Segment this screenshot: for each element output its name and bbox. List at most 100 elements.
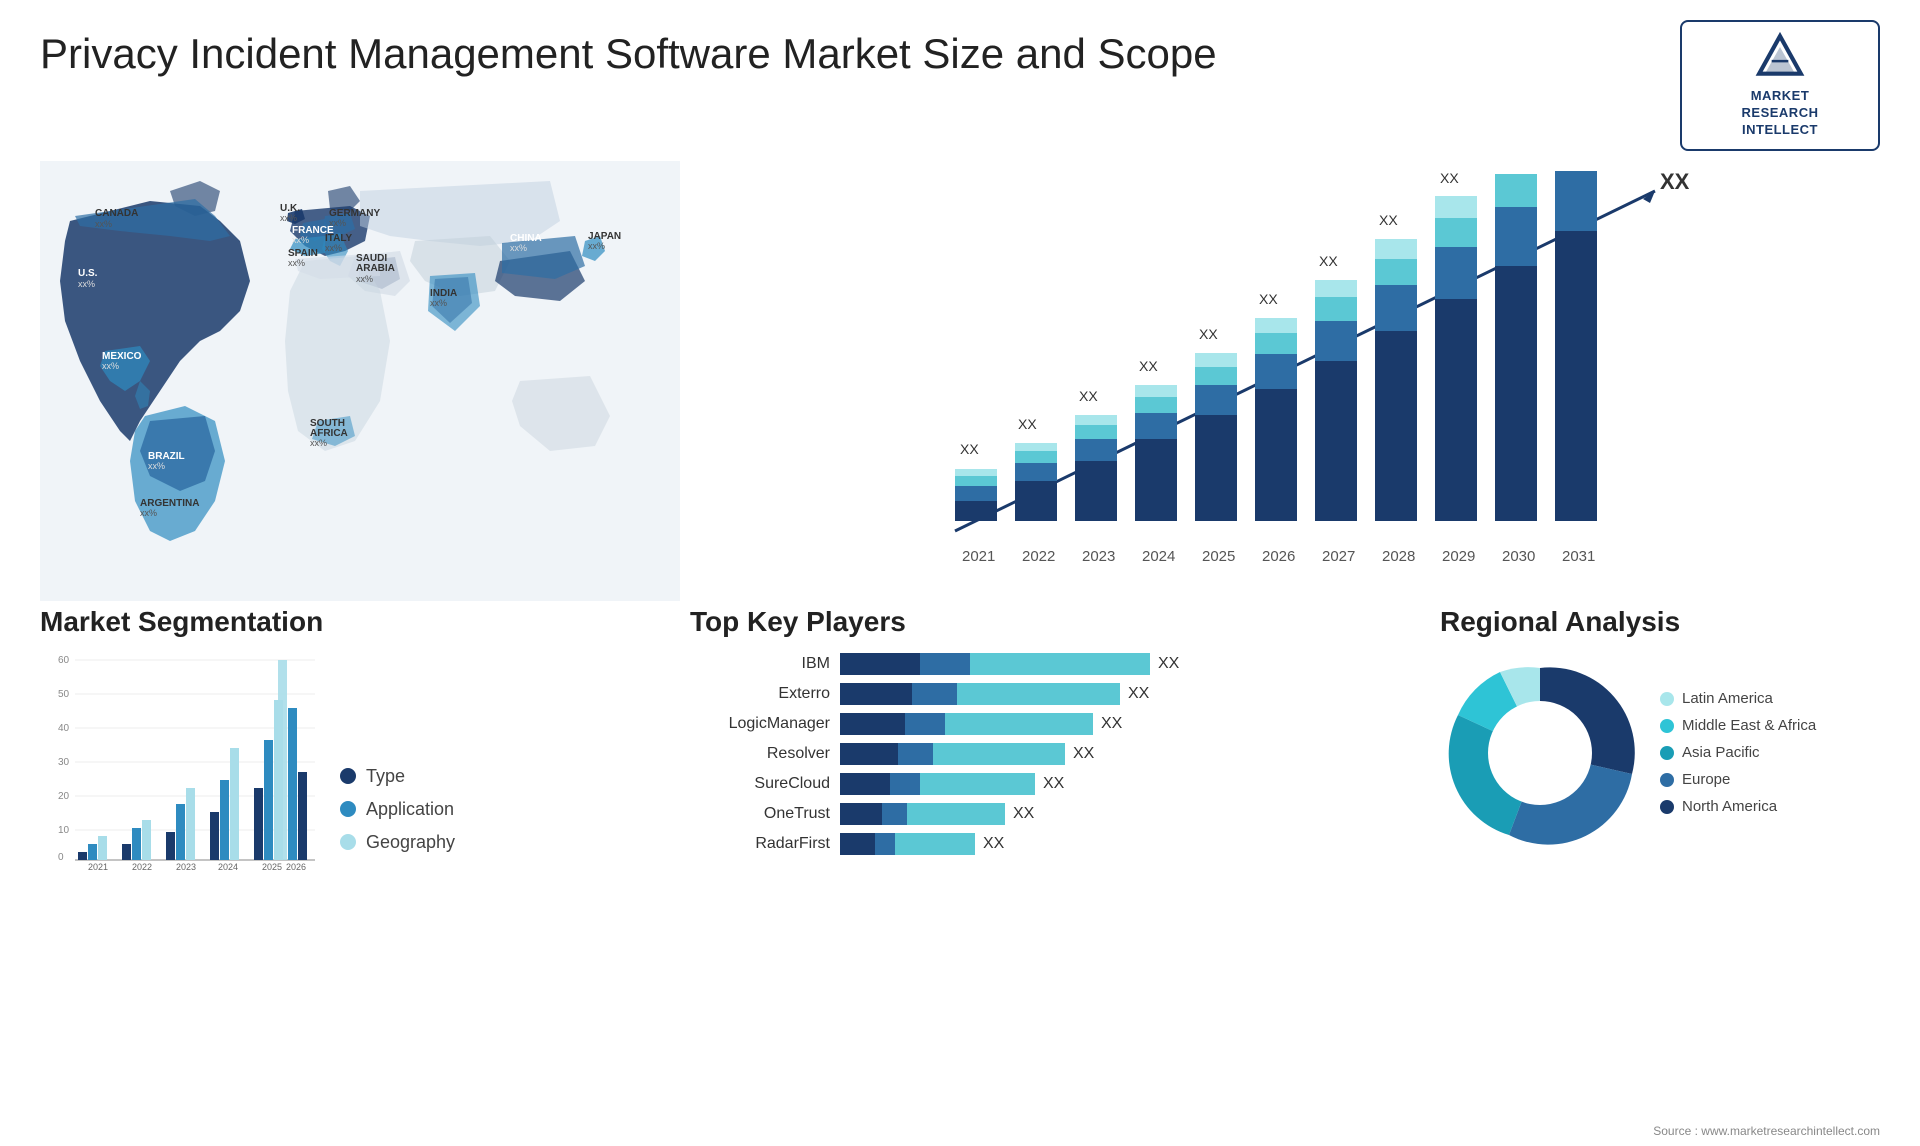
segmentation-legend: Type Application Geography [340, 766, 455, 873]
regional-content: Latin America Middle East & Africa Asia … [1440, 653, 1880, 853]
legend-latin-america: Latin America [1660, 690, 1816, 707]
svg-text:2028: 2028 [1382, 548, 1415, 565]
svg-text:2021: 2021 [88, 862, 108, 872]
svg-text:10: 10 [58, 825, 70, 836]
svg-text:XX: XX [1259, 291, 1278, 307]
svg-text:20: 20 [58, 791, 70, 802]
page-container: Privacy Incident Management Software Mar… [0, 0, 1920, 1146]
bar-seg-dark [840, 653, 920, 675]
asia-pacific-dot [1660, 746, 1674, 760]
bar-seg-mid [875, 833, 895, 855]
player-row: OneTrust XX [690, 803, 1410, 825]
svg-text:xx%: xx% [292, 235, 309, 245]
logo-box: MARKET RESEARCH INTELLECT [1680, 20, 1880, 151]
svg-text:xx%: xx% [288, 258, 305, 268]
svg-text:2025: 2025 [262, 862, 282, 872]
bar-seg-mid [912, 683, 957, 705]
svg-text:XX: XX [1139, 358, 1158, 374]
bar-seg-dark [840, 803, 882, 825]
middle-east-dot [1660, 719, 1674, 733]
svg-text:XX: XX [960, 441, 979, 457]
player-bar-container: XX [840, 653, 1179, 675]
legend-geography: Geography [340, 832, 455, 853]
players-list: IBM XX Exterro [690, 653, 1410, 855]
svg-text:xx%: xx% [280, 213, 297, 223]
svg-text:XX: XX [1079, 388, 1098, 404]
player-bar [840, 653, 1150, 675]
latin-america-dot [1660, 692, 1674, 706]
bar-seg-light [957, 683, 1120, 705]
geography-dot [340, 834, 356, 850]
player-bar-container: XX [840, 683, 1149, 705]
svg-text:2023: 2023 [1082, 548, 1115, 565]
svg-text:ARABIA: ARABIA [356, 263, 395, 274]
svg-text:XX: XX [1440, 171, 1459, 186]
svg-text:2026: 2026 [1262, 548, 1295, 565]
bar-seg-light [907, 803, 1005, 825]
bar-seg-dark [840, 743, 898, 765]
svg-text:XX: XX [1199, 326, 1218, 342]
svg-text:60: 60 [58, 655, 70, 666]
player-row: Exterro XX [690, 683, 1410, 705]
logo-text: MARKET RESEARCH INTELLECT [1742, 88, 1819, 139]
svg-text:2024: 2024 [1142, 548, 1175, 565]
svg-text:xx%: xx% [148, 461, 165, 471]
svg-text:2022: 2022 [1022, 548, 1055, 565]
legend-type: Type [340, 766, 455, 787]
svg-text:xx%: xx% [329, 218, 346, 228]
player-bar [840, 713, 1093, 735]
player-row: LogicManager XX [690, 713, 1410, 735]
key-players-title: Top Key Players [690, 606, 1410, 638]
type-dot [340, 768, 356, 784]
svg-text:CANADA: CANADA [95, 208, 138, 219]
svg-text:2029: 2029 [1442, 548, 1475, 565]
player-bar [840, 803, 1005, 825]
legend-north-america: North America [1660, 798, 1816, 815]
svg-text:xx%: xx% [102, 361, 119, 371]
segmentation-title: Market Segmentation [40, 606, 660, 638]
svg-text:xx%: xx% [430, 298, 447, 308]
svg-text:xx%: xx% [78, 279, 95, 289]
regional-title: Regional Analysis [1440, 606, 1880, 638]
logo-icon [1755, 32, 1805, 82]
svg-text:xx%: xx% [588, 241, 605, 251]
svg-text:2030: 2030 [1502, 548, 1535, 565]
bar-seg-light [895, 833, 975, 855]
segmentation-chart: 60 50 40 30 20 10 0 [40, 653, 320, 873]
player-value: XX [1043, 775, 1064, 793]
player-row: Resolver XX [690, 743, 1410, 765]
source-text: Source : www.marketresearchintellect.com [1653, 1124, 1880, 1138]
svg-text:40: 40 [58, 723, 70, 734]
svg-text:xx%: xx% [510, 243, 527, 253]
svg-text:U.S.: U.S. [78, 268, 98, 279]
page-title: Privacy Incident Management Software Mar… [40, 30, 1217, 78]
player-name: OneTrust [690, 805, 830, 823]
bar-seg-light [970, 653, 1150, 675]
svg-text:2027: 2027 [1322, 548, 1355, 565]
player-bar-container: XX [840, 713, 1122, 735]
player-row: RadarFirst XX [690, 833, 1410, 855]
svg-text:xx%: xx% [356, 274, 373, 284]
svg-text:2026: 2026 [286, 862, 306, 872]
donut-chart [1440, 653, 1640, 853]
player-row: SureCloud XX [690, 773, 1410, 795]
legend-application: Application [340, 799, 455, 820]
player-bar [840, 773, 1035, 795]
bar-seg-mid [905, 713, 945, 735]
player-value: XX [1101, 715, 1122, 733]
regional-section: Regional Analysis [1440, 606, 1880, 906]
player-name: IBM [690, 655, 830, 673]
north-america-dot [1660, 800, 1674, 814]
svg-text:2024: 2024 [218, 862, 238, 872]
bar-seg-dark [840, 713, 905, 735]
trend-chart-section: XX XX XX XX [710, 161, 1880, 601]
svg-text:30: 30 [58, 757, 70, 768]
bar-seg-dark [840, 773, 890, 795]
bar-seg-mid [920, 653, 970, 675]
player-value: XX [983, 835, 1004, 853]
svg-text:2025: 2025 [1202, 548, 1235, 565]
player-value: XX [1158, 655, 1179, 673]
svg-text:xx%: xx% [95, 219, 112, 229]
svg-text:XX: XX [1018, 416, 1037, 432]
player-bar [840, 743, 1065, 765]
